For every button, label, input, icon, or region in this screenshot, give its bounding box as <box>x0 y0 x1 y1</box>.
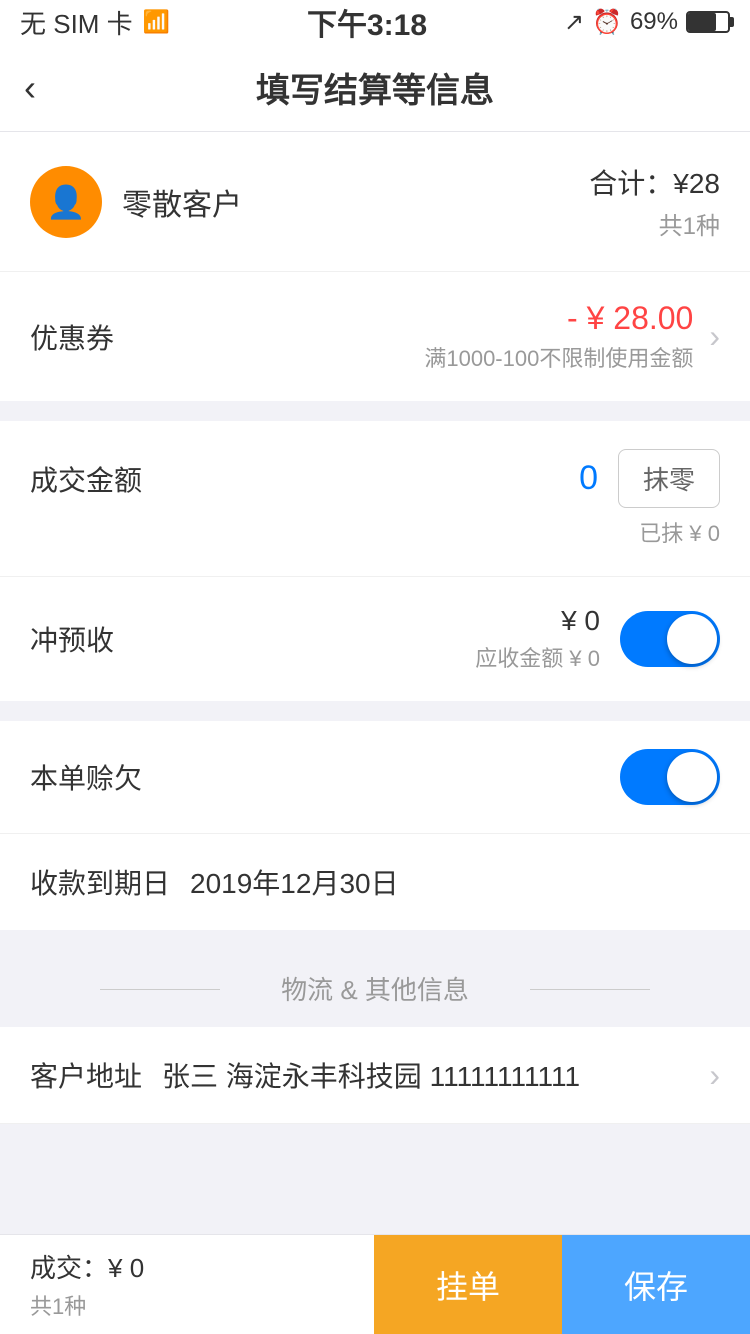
customer-right: 合计：¥28 共1种 <box>589 162 720 241</box>
address-row[interactable]: 客户地址 张三 海淀永丰科技园 11111111111 › <box>0 1027 750 1124</box>
prereceive-amount: ¥ 0 <box>475 605 600 637</box>
battery-icon <box>686 11 730 33</box>
address-chevron-icon: › <box>709 1057 720 1094</box>
prereceive-section: 冲预收 ¥ 0 应收金额 ¥ 0 <box>0 576 750 701</box>
back-button[interactable]: ‹ <box>24 67 36 109</box>
coupon-row[interactable]: 优惠券 - ¥ 28.00 满1000-100不限制使用金额 › <box>0 271 750 401</box>
debt-label: 本单赊欠 <box>30 757 142 797</box>
prereceive-label: 冲预收 <box>30 619 114 659</box>
address-section: 客户地址 张三 海淀永丰科技园 11111111111 › <box>0 1027 750 1124</box>
logistics-header-text: 物流 & 其他信息 <box>281 975 469 1005</box>
prereceive-row: 冲预收 ¥ 0 应收金额 ¥ 0 <box>30 577 720 701</box>
customer-total: 合计：¥28 <box>589 162 720 202</box>
round-button[interactable]: 抹零 <box>618 449 720 508</box>
coupon-chevron-icon: › <box>709 318 720 355</box>
logistics-header: 物流 & 其他信息 <box>0 950 750 1027</box>
transaction-right: 0 抹零 <box>579 449 720 508</box>
bottom-count: 共1种 <box>30 1289 344 1321</box>
duedate-label: 收款到期日 <box>30 862 170 902</box>
status-time: 下午3:18 <box>307 0 427 44</box>
address-label: 客户地址 <box>30 1055 142 1095</box>
coupon-amount: - ¥ 28.00 <box>424 300 693 337</box>
debt-section: 本单赊欠 收款到期日 2019年12月30日 <box>0 721 750 930</box>
transaction-label: 成交金额 <box>30 459 142 499</box>
nav-bar: ‹ 填写结算等信息 <box>0 44 750 132</box>
bottom-transaction-label: 成交： <box>30 1253 108 1283</box>
duedate-row: 收款到期日 2019年12月30日 <box>30 862 720 902</box>
customer-count: 共1种 <box>589 206 720 241</box>
carrier-text: 无 SIM 卡 <box>20 4 133 41</box>
coupon-desc: 满1000-100不限制使用金额 <box>424 341 693 373</box>
customer-name: 零散客户 <box>122 180 242 224</box>
location-icon: ↗ <box>564 8 584 37</box>
coupon-label: 优惠券 <box>30 317 114 357</box>
transaction-amount: 0 <box>579 459 598 498</box>
prereceive-right: ¥ 0 应收金额 ¥ 0 <box>475 605 720 673</box>
duedate-section: 收款到期日 2019年12月30日 <box>0 833 750 930</box>
debt-toggle[interactable] <box>620 749 720 805</box>
prereceive-toggle[interactable] <box>620 611 720 667</box>
status-right: ↗ ⏰ 69% <box>564 8 730 37</box>
prereceive-sub: 应收金额 ¥ 0 <box>475 641 600 673</box>
battery-percent: 69% <box>630 8 678 36</box>
address-value: 张三 海淀永丰科技园 11111111111 <box>162 1055 709 1095</box>
customer-row: 👤 零散客户 合计：¥28 共1种 <box>0 132 750 271</box>
bottom-transaction: 成交：¥ 0 <box>30 1248 344 1285</box>
bottom-bar: 成交：¥ 0 共1种 挂单 保存 <box>0 1234 750 1334</box>
customer-section: 👤 零散客户 合计：¥28 共1种 优惠券 - ¥ 28.00 满1000-10… <box>0 132 750 401</box>
prereceive-value: ¥ 0 应收金额 ¥ 0 <box>475 605 600 673</box>
duedate-value: 2019年12月30日 <box>190 862 399 902</box>
wifi-icon: 📶 <box>143 9 170 35</box>
status-bar: 无 SIM 卡 📶 下午3:18 ↗ ⏰ 69% <box>0 0 750 44</box>
page-title: 填写结算等信息 <box>256 63 494 112</box>
coupon-value: - ¥ 28.00 满1000-100不限制使用金额 <box>424 300 693 373</box>
toggle-knob <box>667 614 717 664</box>
hold-button[interactable]: 挂单 <box>374 1235 562 1334</box>
save-button[interactable]: 保存 <box>562 1235 750 1334</box>
alarm-icon: ⏰ <box>592 8 622 37</box>
debt-row: 本单赊欠 <box>0 721 750 833</box>
debt-toggle-knob <box>667 752 717 802</box>
transaction-sub: 已抹 ¥ 0 <box>30 516 720 548</box>
bottom-info: 成交：¥ 0 共1种 <box>0 1235 374 1334</box>
customer-left: 👤 零散客户 <box>30 166 242 238</box>
battery-fill <box>688 13 716 31</box>
transaction-amount-row: 成交金额 0 抹零 已抹 ¥ 0 <box>0 421 750 576</box>
transaction-row: 成交金额 0 抹零 <box>30 449 720 508</box>
avatar: 👤 <box>30 166 102 238</box>
transaction-section: 成交金额 0 抹零 已抹 ¥ 0 冲预收 ¥ 0 应收金额 ¥ 0 <box>0 421 750 701</box>
coupon-right: - ¥ 28.00 满1000-100不限制使用金额 › <box>424 300 720 373</box>
bottom-transaction-amount: ¥ 0 <box>108 1253 144 1283</box>
status-left: 无 SIM 卡 📶 <box>20 4 170 41</box>
avatar-icon: 👤 <box>46 183 86 221</box>
